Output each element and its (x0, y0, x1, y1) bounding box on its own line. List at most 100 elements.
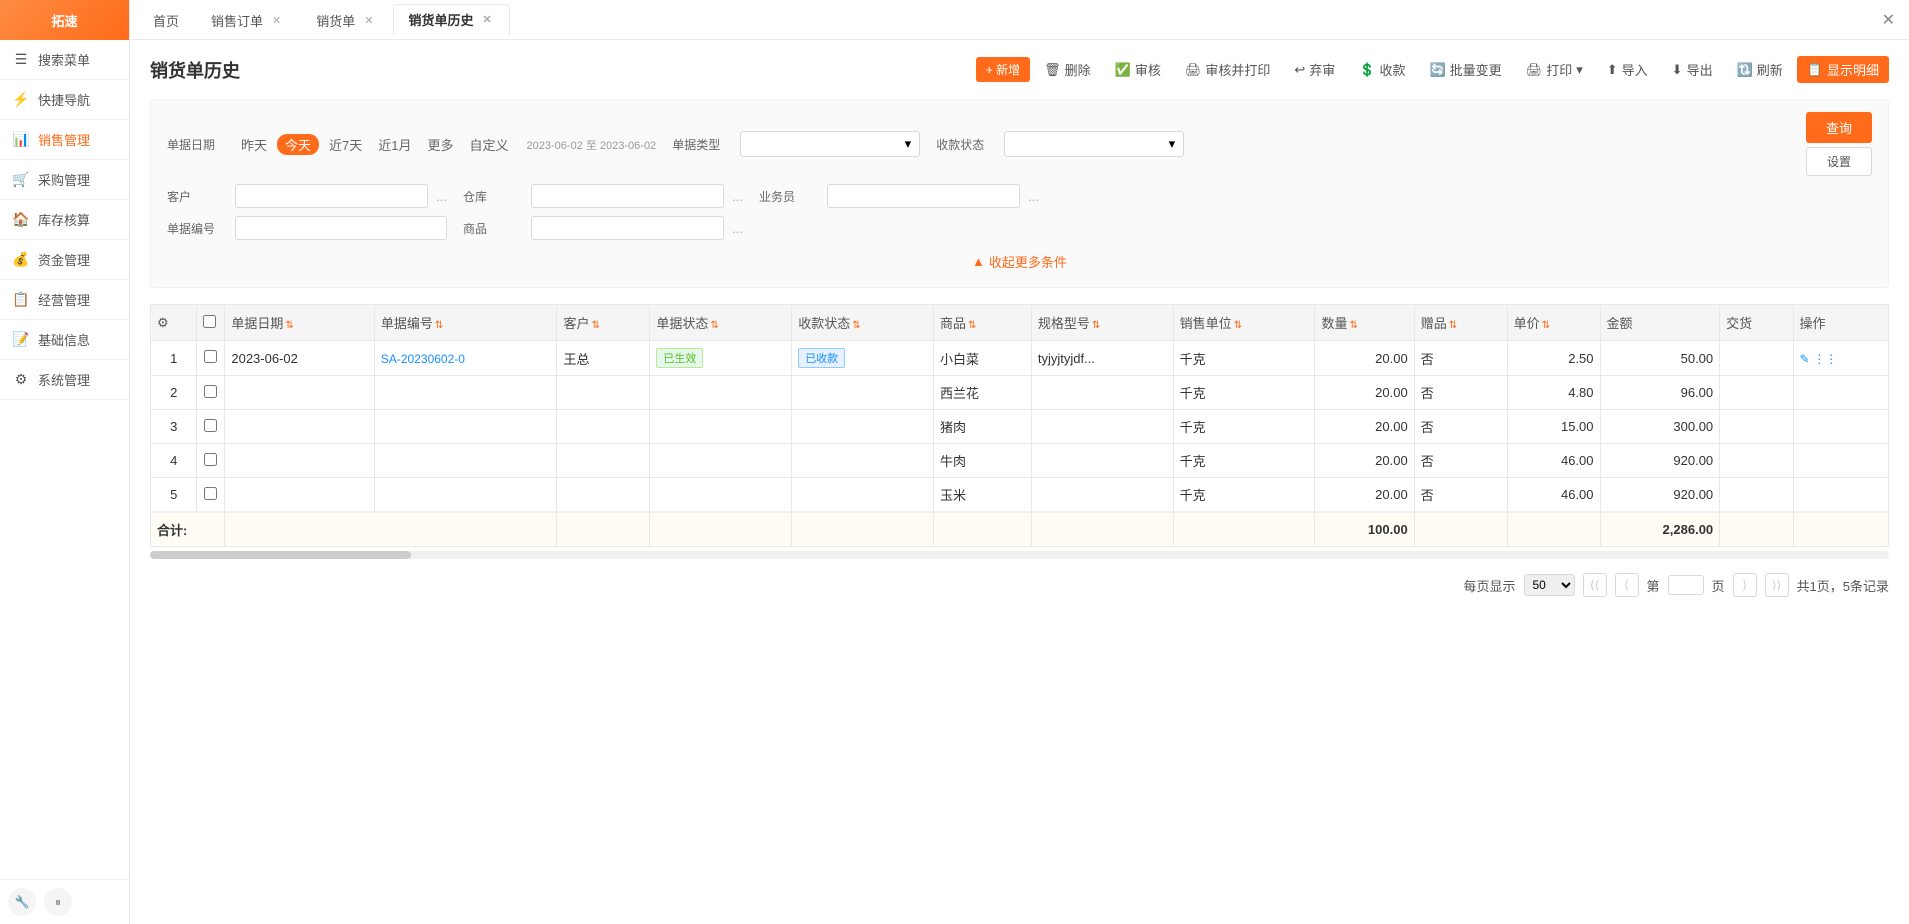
spec-sort-icon[interactable]: ⇅ (1092, 320, 1100, 331)
row-checkbox[interactable] (204, 453, 217, 466)
unit-sort-icon[interactable]: ⇅ (1234, 320, 1242, 331)
customer-dots[interactable]: ... (436, 189, 447, 204)
tab-sales-history[interactable]: 销货单历史 ✕ (393, 4, 509, 36)
sidebar-item-inventory[interactable]: 🏠 库存核算 (0, 200, 129, 240)
salesman-input[interactable] (827, 184, 1020, 208)
show-detail-button[interactable]: 📋 显示明细 (1797, 56, 1889, 83)
date-more-btn[interactable]: 更多 (422, 134, 460, 155)
collect-icon: 💲 (1359, 62, 1375, 78)
gift-sort-icon[interactable]: ⇅ (1449, 320, 1457, 331)
date-7days-btn[interactable]: 近7天 (323, 134, 368, 155)
goods-input[interactable] (531, 216, 724, 240)
print-button[interactable]: 🖨 打印 ▾ (1516, 56, 1593, 83)
date-sort-icon[interactable]: ⇅ (285, 320, 293, 331)
summary-empty7 (1173, 512, 1315, 547)
date-yesterday-btn[interactable]: 昨天 (235, 134, 273, 155)
horizontal-scrollbar[interactable] (150, 551, 1889, 559)
cell-payment-status (792, 444, 934, 478)
tab-home[interactable]: 首页 (138, 4, 194, 36)
sidebar-item-search-menu[interactable]: ☰ 搜索菜单 (0, 40, 129, 80)
tab-sales-history-close[interactable]: ✕ (480, 12, 495, 27)
export-button[interactable]: ⬇ 导出 (1662, 56, 1723, 83)
refresh-button[interactable]: 🔃 刷新 (1727, 56, 1793, 83)
audit-print-button[interactable]: 🖨 审核并打印 (1175, 56, 1281, 83)
sidebar-item-sales-mgmt[interactable]: 📊 销售管理 (0, 120, 129, 160)
doc-no-input[interactable] (235, 216, 447, 240)
row-checkbox-cell[interactable] (197, 444, 225, 478)
more-action[interactable]: ⋮⋮ (1813, 352, 1837, 366)
close-all-button[interactable]: ✕ (1876, 10, 1901, 30)
row-checkbox[interactable] (204, 350, 217, 363)
salesman-dots[interactable]: ... (1028, 189, 1039, 204)
row-checkbox-cell[interactable] (197, 376, 225, 410)
delete-button[interactable]: 🗑 删除 (1034, 56, 1101, 83)
date-1month-btn[interactable]: 近1月 (372, 134, 417, 155)
doc-type-select[interactable]: ▾ (740, 131, 920, 157)
sidebar-item-basic-info[interactable]: 📝 基础信息 (0, 320, 129, 360)
sidebar-item-finance-mgmt[interactable]: 💰 资金管理 (0, 240, 129, 280)
doc-no-sort-icon[interactable]: ⇅ (435, 320, 443, 331)
goods-dots[interactable]: ... (732, 221, 743, 236)
customer-sort-icon[interactable]: ⇅ (591, 320, 599, 331)
goods-sort-icon[interactable]: ⇅ (968, 320, 976, 331)
prev-page-button[interactable]: ⟨ (1615, 573, 1639, 597)
row-checkbox[interactable] (204, 385, 217, 398)
settings-button[interactable]: 设置 (1806, 147, 1872, 176)
warehouse-input[interactable] (531, 184, 724, 208)
page-input[interactable]: 1 (1668, 575, 1704, 595)
audit-button[interactable]: ✅ 审核 (1105, 56, 1171, 83)
batch-change-button[interactable]: 🔄 批量变更 (1419, 56, 1511, 83)
col-unit-price: 单价⇅ (1507, 305, 1600, 341)
delete-icon: 🗑 (1044, 62, 1061, 78)
cell-gift: 否 (1414, 341, 1507, 376)
sidebar-bottom-btn1[interactable]: 🔧 (8, 888, 36, 916)
import-button[interactable]: ⬆ 导入 (1597, 56, 1658, 83)
next-page-button[interactable]: ⟩ (1733, 573, 1757, 597)
summary-empty6 (1031, 512, 1173, 547)
date-custom-btn[interactable]: 自定义 (464, 134, 515, 155)
payment-status-sort-icon[interactable]: ⇅ (852, 320, 860, 331)
tab-sales-order-close[interactable]: ✕ (269, 13, 284, 28)
query-button[interactable]: 查询 (1806, 112, 1872, 143)
gear-icon[interactable]: ⚙ (157, 315, 169, 330)
row-checkbox[interactable] (204, 419, 217, 432)
doc-no-link[interactable]: SA-20230602-0 (381, 352, 465, 366)
sidebar-bottom-btn2[interactable]: ⏸ (44, 888, 72, 916)
new-button[interactable]: + 新增 (976, 57, 1030, 82)
row-checkbox-cell[interactable] (197, 478, 225, 513)
cell-amount: 96.00 (1600, 376, 1720, 410)
payment-status-filter-group: 收款状态 ▾ (936, 131, 1184, 157)
edit-action[interactable]: ✎ (1800, 352, 1810, 366)
qty-sort-icon[interactable]: ⇅ (1349, 320, 1357, 331)
first-page-button[interactable]: ⟨⟨ (1583, 573, 1607, 597)
collapse-button[interactable]: ▲ 收起更多条件 (167, 248, 1872, 275)
page-size-select[interactable]: 50 100 200 (1524, 574, 1575, 596)
sidebar-item-sys-mgmt[interactable]: ⚙ 系统管理 (0, 360, 129, 400)
sidebar-item-quick-nav[interactable]: ⚡ 快捷导航 (0, 80, 129, 120)
select-all-checkbox[interactable] (203, 315, 216, 328)
customer-input[interactable] (235, 184, 428, 208)
discard-button[interactable]: ↩ 弃审 (1284, 56, 1345, 83)
tab-sales-delivery-close[interactable]: ✕ (361, 13, 376, 28)
page-label: 第 (1647, 576, 1660, 595)
tab-sales-delivery[interactable]: 销货单 ✕ (301, 4, 391, 36)
last-page-button[interactable]: ⟩⟩ (1765, 573, 1789, 597)
sidebar-item-purchase-mgmt[interactable]: 🛒 采购管理 (0, 160, 129, 200)
warehouse-dots[interactable]: ... (732, 189, 743, 204)
row-checkbox-cell[interactable] (197, 410, 225, 444)
sidebar-item-ops-mgmt[interactable]: 📋 经营管理 (0, 280, 129, 320)
cell-payment-status (792, 478, 934, 513)
scrollbar-thumb[interactable] (150, 551, 411, 559)
payment-status-select[interactable]: ▾ (1004, 131, 1184, 157)
tab-sales-order[interactable]: 销售订单 ✕ (196, 4, 299, 36)
doc-status-sort-icon[interactable]: ⇅ (710, 320, 718, 331)
unit-price-sort-icon[interactable]: ⇅ (1542, 320, 1550, 331)
row-checkbox[interactable] (204, 487, 217, 500)
date-today-btn[interactable]: 今天 (277, 134, 319, 155)
row-checkbox-cell[interactable] (197, 341, 225, 376)
collect-button[interactable]: 💲 收款 (1349, 56, 1415, 83)
quick-nav-icon: ⚡ (12, 91, 30, 108)
col-gear[interactable]: ⚙ (151, 305, 197, 341)
cell-doc-no[interactable]: SA-20230602-0 (374, 341, 557, 376)
col-payment-status: 收款状态⇅ (792, 305, 934, 341)
